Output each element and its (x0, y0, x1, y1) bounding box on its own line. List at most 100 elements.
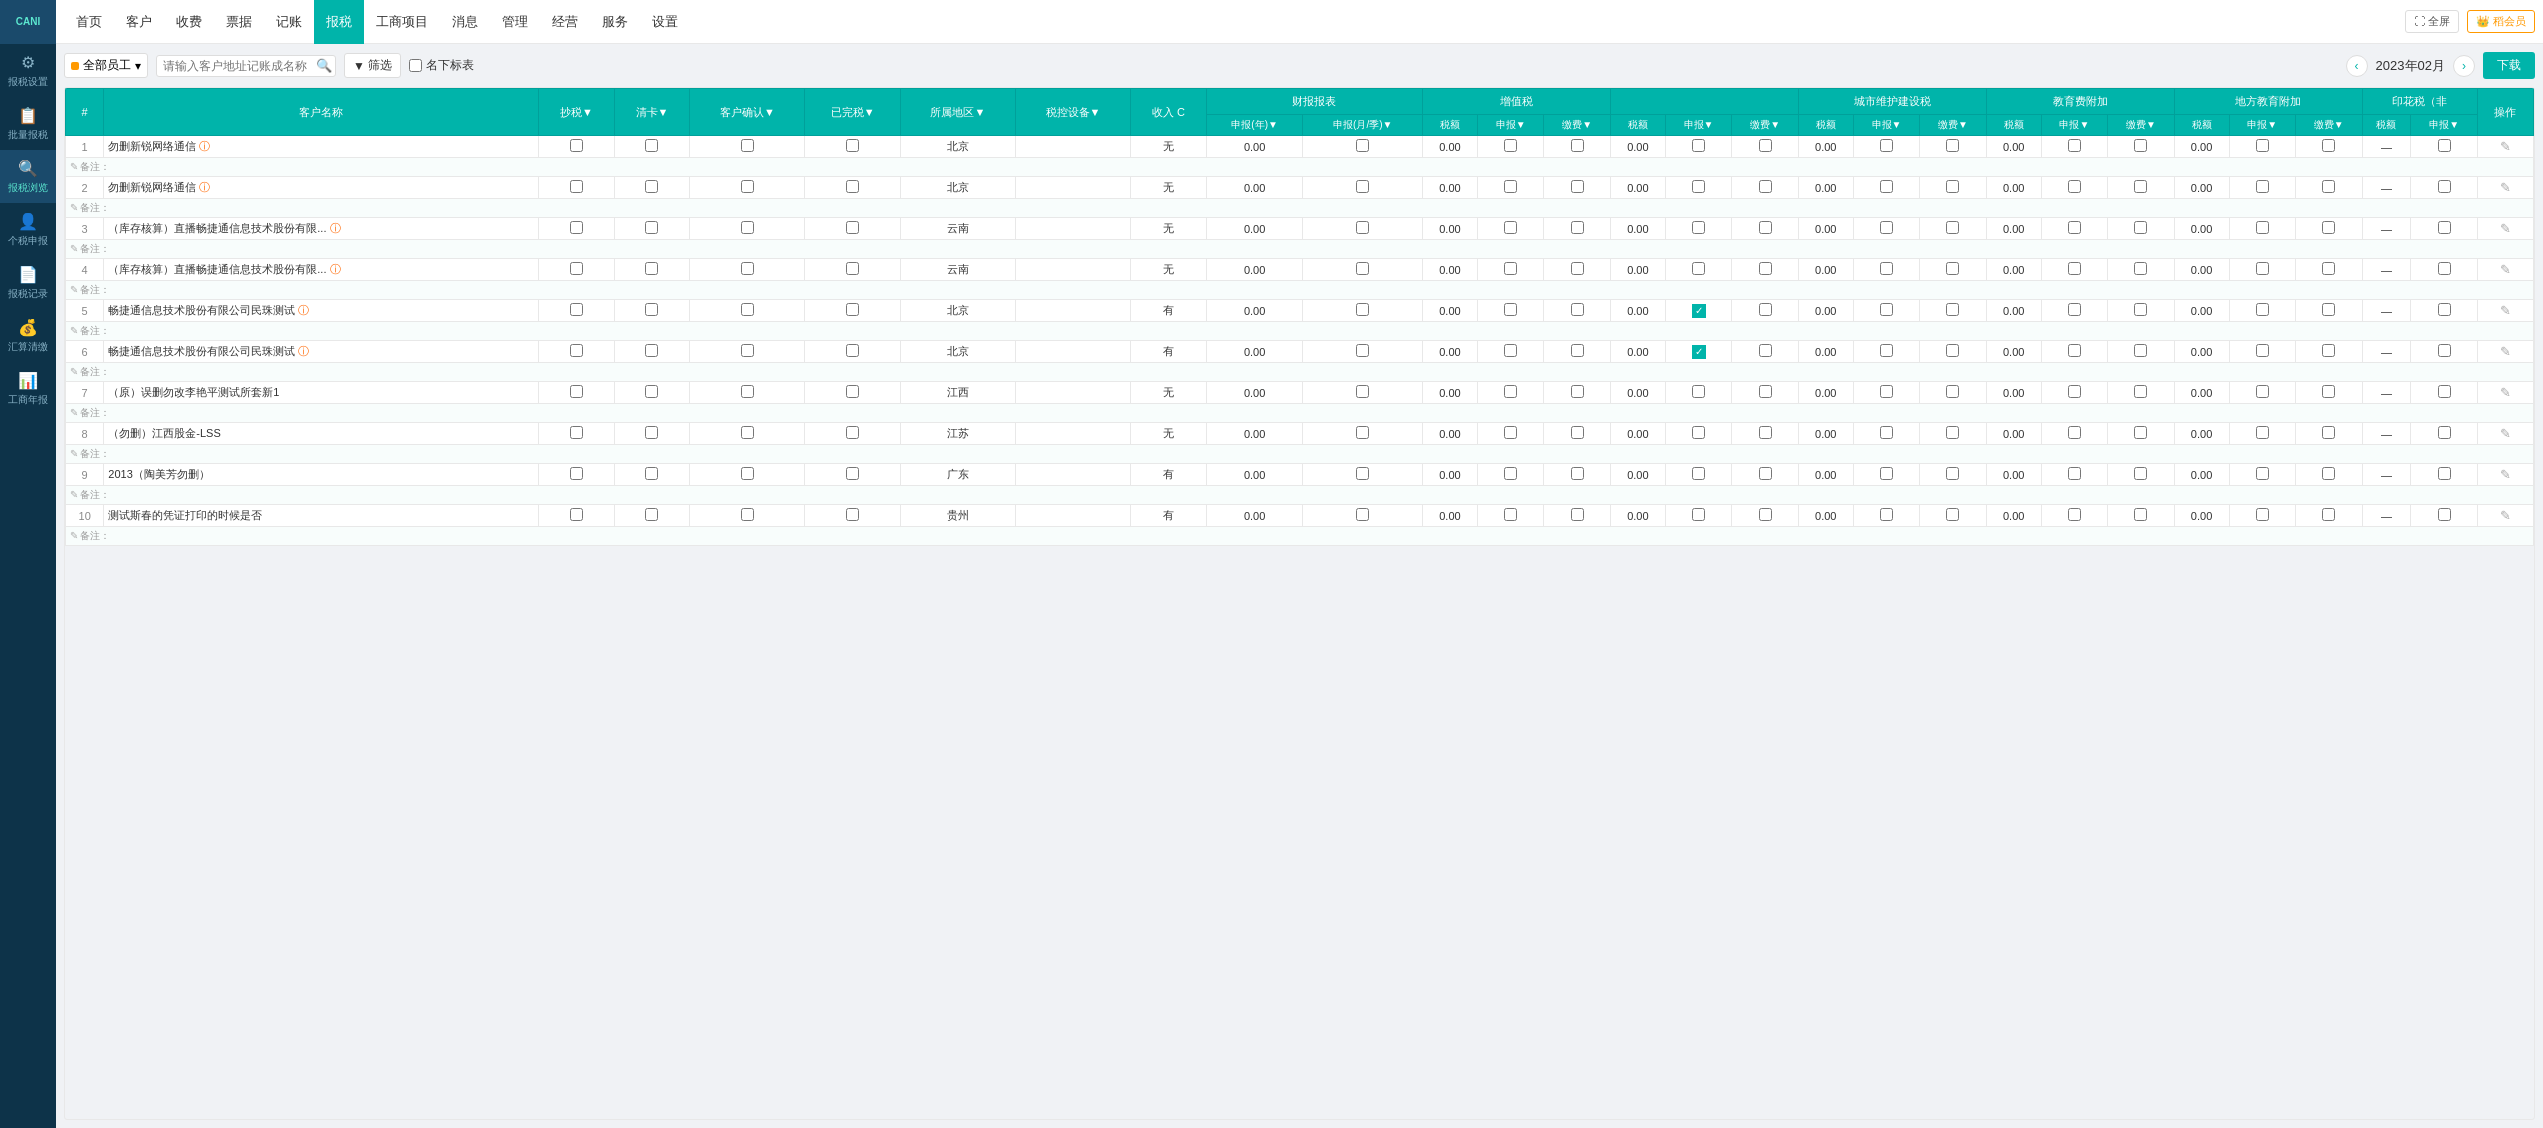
jy-apply-checkbox[interactable] (2068, 344, 2081, 357)
cell-wanshui[interactable] (805, 382, 900, 404)
cs-pay-checkbox[interactable] (1946, 180, 1959, 193)
nav-kehu[interactable]: 客户 (114, 0, 164, 44)
prev-month-button[interactable]: ‹ (2346, 55, 2368, 77)
cell-zz-pay[interactable] (1544, 464, 1611, 486)
yh-apply-checkbox[interactable] (2438, 180, 2451, 193)
cell-queren[interactable] (690, 423, 805, 445)
wanshui-checkbox[interactable] (846, 221, 859, 234)
edit-icon[interactable]: ✎ (2500, 426, 2511, 441)
next-month-button[interactable]: › (2453, 55, 2475, 77)
cell-sb-month[interactable] (1303, 300, 1423, 322)
chaoshui-checkbox[interactable] (570, 262, 583, 275)
cell-wanshui[interactable] (805, 136, 900, 158)
qingka-checkbox[interactable] (645, 508, 658, 521)
df-apply-checkbox[interactable] (2256, 385, 2269, 398)
queren-checkbox[interactable] (741, 139, 754, 152)
nav-home[interactable]: 首页 (64, 0, 114, 44)
cell-qingka[interactable] (614, 464, 690, 486)
cell-edit[interactable]: ✎ (2477, 423, 2533, 445)
checkbox-mingxia[interactable]: 名下标表 (409, 57, 474, 74)
sidebar-item-liulan[interactable]: 🔍 报税浏览 (0, 150, 56, 203)
cell-jy-apply[interactable] (2041, 177, 2108, 199)
df-pay-checkbox[interactable] (2322, 467, 2335, 480)
cell-cs-pay[interactable] (1920, 218, 1987, 240)
zz-apply-checkbox[interactable] (1504, 344, 1517, 357)
df-apply-checkbox[interactable] (2256, 508, 2269, 521)
cell-zz-pay[interactable] (1544, 218, 1611, 240)
edit-icon[interactable]: ✎ (2500, 262, 2511, 277)
cell-yh-apply[interactable] (2411, 300, 2478, 322)
cell-yh-apply[interactable] (2411, 505, 2478, 527)
zz2-pay-checkbox[interactable] (1759, 344, 1772, 357)
cell-cs-pay[interactable] (1920, 341, 1987, 363)
yh-apply-checkbox[interactable] (2438, 467, 2451, 480)
chaoshui-checkbox[interactable] (570, 508, 583, 521)
cell-chaoshui[interactable] (539, 259, 615, 281)
cell-edit[interactable]: ✎ (2477, 341, 2533, 363)
zz2-pay-checkbox[interactable] (1759, 221, 1772, 234)
zz-apply-checkbox[interactable] (1504, 426, 1517, 439)
zz2-pay-checkbox[interactable] (1759, 262, 1772, 275)
df-pay-checkbox[interactable] (2322, 508, 2335, 521)
edit-icon[interactable]: ✎ (2500, 221, 2511, 236)
cell-sb-month[interactable] (1303, 382, 1423, 404)
edit-icon[interactable]: ✎ (2500, 385, 2511, 400)
df-pay-checkbox[interactable] (2322, 303, 2335, 316)
cell-zz-apply[interactable] (1477, 464, 1544, 486)
queren-checkbox[interactable] (741, 303, 754, 316)
nav-shoufei[interactable]: 收费 (164, 0, 214, 44)
wanshui-checkbox[interactable] (846, 344, 859, 357)
cell-cs-apply[interactable] (1853, 259, 1920, 281)
cs-pay-checkbox[interactable] (1946, 508, 1959, 521)
queren-checkbox[interactable] (741, 467, 754, 480)
cell-zz2-apply[interactable] (1665, 505, 1732, 527)
df-apply-checkbox[interactable] (2256, 426, 2269, 439)
nav-shezhi[interactable]: 设置 (640, 0, 690, 44)
wanshui-checkbox[interactable] (846, 508, 859, 521)
sidebar-item-gongshangnianbaio[interactable]: 📊 工商年报 (0, 362, 56, 415)
sb-month-checkbox[interactable] (1356, 262, 1369, 275)
zz-pay-checkbox[interactable] (1571, 221, 1584, 234)
cell-cs-apply[interactable] (1853, 177, 1920, 199)
cell-zz2-apply[interactable] (1665, 423, 1732, 445)
nav-xiaoxi[interactable]: 消息 (440, 0, 490, 44)
cell-queren[interactable] (690, 300, 805, 322)
qingka-checkbox[interactable] (645, 221, 658, 234)
cell-chaoshui[interactable] (539, 341, 615, 363)
cell-qingka[interactable] (614, 341, 690, 363)
employee-filter[interactable]: 全部员工 ▾ (64, 53, 148, 78)
cell-jy-pay[interactable] (2108, 177, 2175, 199)
cs-apply-checkbox[interactable] (1880, 221, 1893, 234)
cell-qingka[interactable] (614, 382, 690, 404)
nav-jizhang[interactable]: 记账 (264, 0, 314, 44)
cell-df-apply[interactable] (2229, 341, 2296, 363)
cell-jy-pay[interactable] (2108, 464, 2175, 486)
cell-edit[interactable]: ✎ (2477, 505, 2533, 527)
cs-apply-checkbox[interactable] (1880, 262, 1893, 275)
zz-apply-checkbox[interactable] (1504, 180, 1517, 193)
cell-zz2-pay[interactable] (1732, 423, 1799, 445)
qingka-checkbox[interactable] (645, 180, 658, 193)
cs-apply-checkbox[interactable] (1880, 426, 1893, 439)
cell-df-pay[interactable] (2296, 382, 2363, 404)
df-pay-checkbox[interactable] (2322, 221, 2335, 234)
cell-queren[interactable] (690, 464, 805, 486)
cell-zz-pay[interactable] (1544, 382, 1611, 404)
queren-checkbox[interactable] (741, 426, 754, 439)
cell-zz-apply[interactable] (1477, 136, 1544, 158)
cell-cs-apply[interactable] (1853, 341, 1920, 363)
yh-apply-checkbox[interactable] (2438, 262, 2451, 275)
chaoshui-checkbox[interactable] (570, 385, 583, 398)
zz-pay-checkbox[interactable] (1571, 508, 1584, 521)
zz-apply-checkbox[interactable] (1504, 262, 1517, 275)
cs-pay-checkbox[interactable] (1946, 426, 1959, 439)
cell-zz-pay[interactable] (1544, 341, 1611, 363)
nav-fuwu[interactable]: 服务 (590, 0, 640, 44)
cell-cs-apply[interactable] (1853, 505, 1920, 527)
cell-cs-pay[interactable] (1920, 505, 1987, 527)
cell-wanshui[interactable] (805, 300, 900, 322)
df-pay-checkbox[interactable] (2322, 344, 2335, 357)
df-apply-checkbox[interactable] (2256, 467, 2269, 480)
cs-apply-checkbox[interactable] (1880, 139, 1893, 152)
cell-sb-month[interactable] (1303, 341, 1423, 363)
